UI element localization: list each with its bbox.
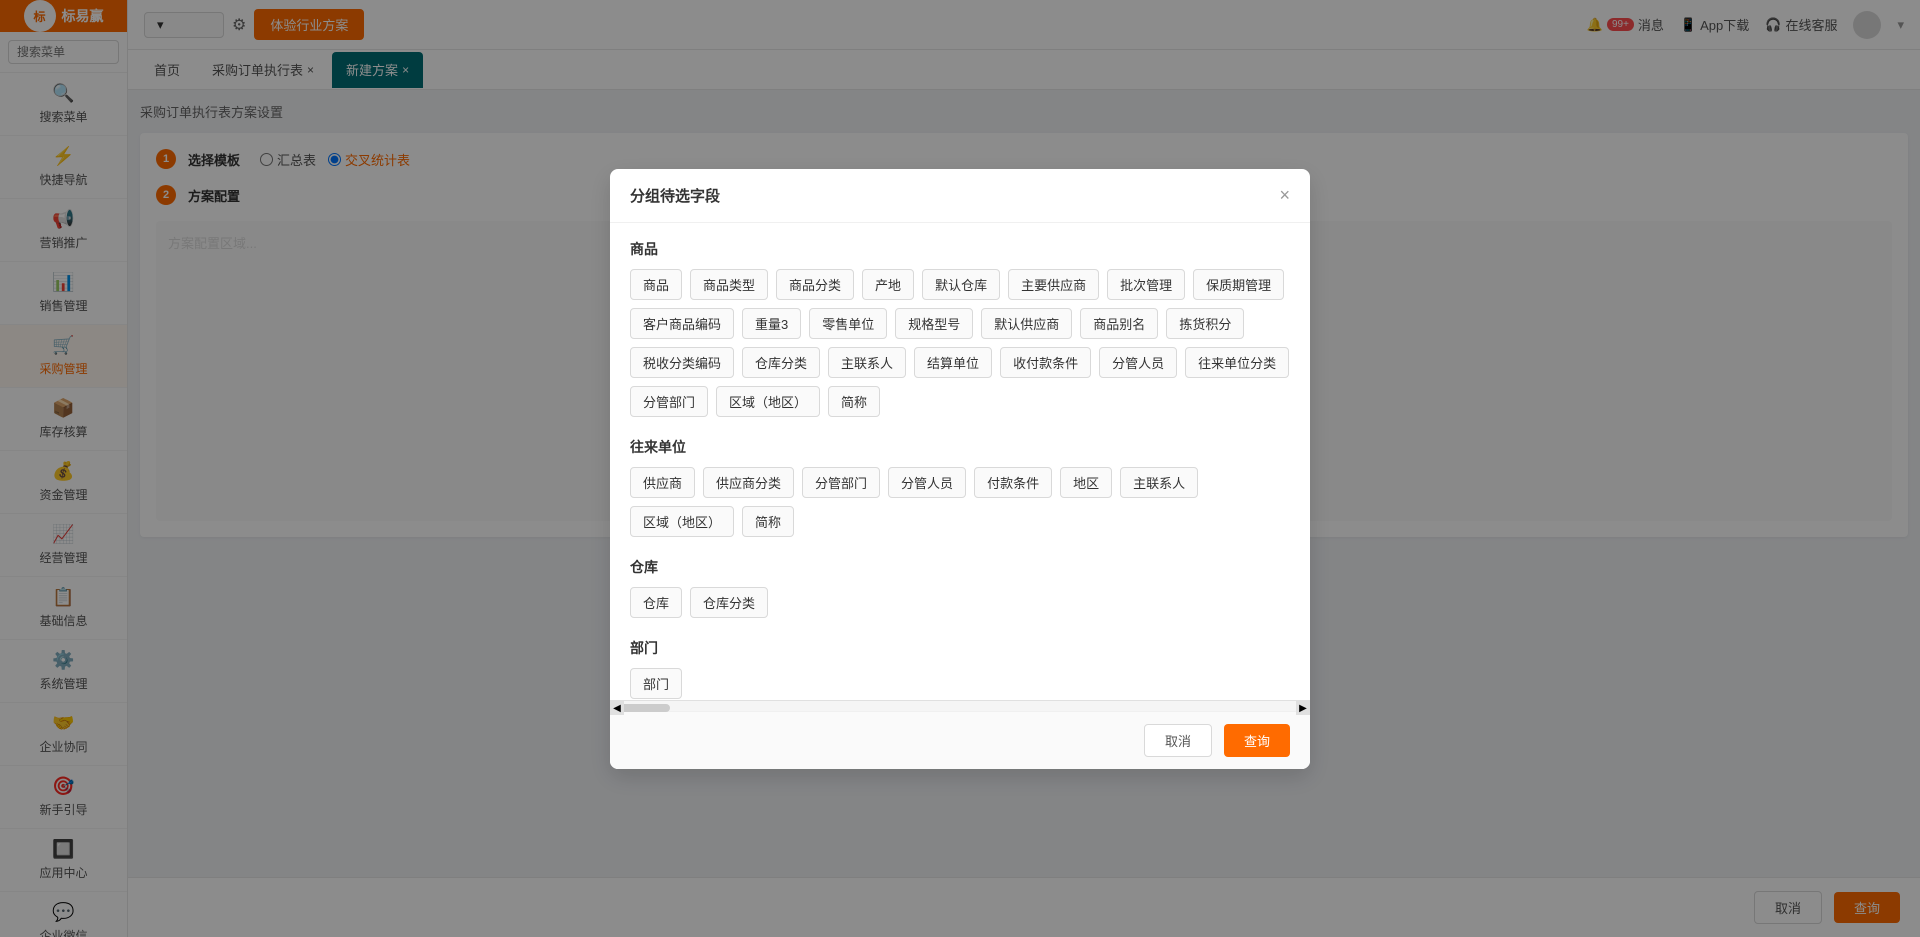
field-tag-product-3[interactable]: 产地 bbox=[862, 269, 914, 300]
field-tag-department-0[interactable]: 部门 bbox=[630, 668, 682, 699]
field-tag-product-13[interactable]: 商品别名 bbox=[1080, 308, 1158, 339]
field-tag-partner-3[interactable]: 分管人员 bbox=[888, 467, 966, 498]
field-section-title-partner: 往来单位 bbox=[630, 437, 1290, 457]
field-section-title-product: 商品 bbox=[630, 239, 1290, 259]
modal-dialog: 分组待选字段 × 商品商品商品类型商品分类产地默认仓库主要供应商批次管理保质期管… bbox=[610, 169, 1310, 769]
field-tag-product-1[interactable]: 商品类型 bbox=[690, 269, 768, 300]
field-tag-product-19[interactable]: 收付款条件 bbox=[1000, 347, 1091, 378]
field-tag-partner-6[interactable]: 主联系人 bbox=[1120, 467, 1198, 498]
field-tag-partner-7[interactable]: 区域（地区） bbox=[630, 506, 734, 537]
modal-footer: 取消 查询 bbox=[610, 711, 1310, 769]
field-grid-product: 商品商品类型商品分类产地默认仓库主要供应商批次管理保质期管理客户商品编码重量3 零… bbox=[630, 269, 1290, 417]
field-tag-product-4[interactable]: 默认仓库 bbox=[922, 269, 1000, 300]
scroll-right-arrow[interactable]: ▶ bbox=[1296, 701, 1310, 715]
field-section-partner: 往来单位供应商供应商分类分管部门分管人员付款条件地区主联系人区域（地区） 简称 bbox=[630, 437, 1290, 537]
field-tag-product-7[interactable]: 保质期管理 bbox=[1193, 269, 1284, 300]
modal-cancel-btn[interactable]: 取消 bbox=[1144, 724, 1212, 757]
field-section-department: 部门部门 bbox=[630, 638, 1290, 699]
field-tag-product-22[interactable]: 分管部门 bbox=[630, 386, 708, 417]
field-tag-partner-5[interactable]: 地区 bbox=[1060, 467, 1112, 498]
field-section-product: 商品商品商品类型商品分类产地默认仓库主要供应商批次管理保质期管理客户商品编码重量… bbox=[630, 239, 1290, 417]
field-tag-product-5[interactable]: 主要供应商 bbox=[1008, 269, 1099, 300]
field-grid-partner: 供应商供应商分类分管部门分管人员付款条件地区主联系人区域（地区） 简称 bbox=[630, 467, 1290, 537]
field-tag-product-9[interactable]: 重量3 bbox=[742, 308, 801, 339]
field-tag-product-0[interactable]: 商品 bbox=[630, 269, 682, 300]
field-tag-warehouse-1[interactable]: 仓库分类 bbox=[690, 587, 768, 618]
field-grid-warehouse: 仓库仓库分类 bbox=[630, 587, 1290, 618]
field-tag-product-10[interactable]: 零售单位 bbox=[809, 308, 887, 339]
modal-close-icon[interactable]: × bbox=[1279, 186, 1290, 204]
field-section-warehouse: 仓库仓库仓库分类 bbox=[630, 557, 1290, 618]
field-tag-warehouse-0[interactable]: 仓库 bbox=[630, 587, 682, 618]
modal-hscrollbar: ▶ ◀ bbox=[610, 700, 1310, 710]
field-section-title-warehouse: 仓库 bbox=[630, 557, 1290, 577]
field-tag-partner-1[interactable]: 供应商分类 bbox=[703, 467, 794, 498]
field-tag-product-12[interactable]: 默认供应商 bbox=[981, 308, 1072, 339]
field-tag-product-16[interactable]: 仓库分类 bbox=[742, 347, 820, 378]
field-tag-partner-8[interactable]: 简称 bbox=[742, 506, 794, 537]
field-tag-product-18[interactable]: 结算单位 bbox=[914, 347, 992, 378]
field-tag-product-23[interactable]: 区域（地区） bbox=[716, 386, 820, 417]
field-section-title-department: 部门 bbox=[630, 638, 1290, 658]
field-tag-product-20[interactable]: 分管人员 bbox=[1099, 347, 1177, 378]
field-tag-product-17[interactable]: 主联系人 bbox=[828, 347, 906, 378]
scroll-left-arrow[interactable]: ◀ bbox=[610, 701, 624, 715]
field-tag-partner-4[interactable]: 付款条件 bbox=[974, 467, 1052, 498]
field-tag-product-2[interactable]: 商品分类 bbox=[776, 269, 854, 300]
modal-body: 商品商品商品类型商品分类产地默认仓库主要供应商批次管理保质期管理客户商品编码重量… bbox=[610, 223, 1310, 701]
field-tag-partner-2[interactable]: 分管部门 bbox=[802, 467, 880, 498]
field-tag-product-21[interactable]: 往来单位分类 bbox=[1185, 347, 1289, 378]
modal-title: 分组待选字段 bbox=[630, 185, 720, 206]
field-grid-department: 部门 bbox=[630, 668, 1290, 699]
field-tag-product-14[interactable]: 拣货积分 bbox=[1166, 308, 1244, 339]
field-tag-product-15[interactable]: 税收分类编码 bbox=[630, 347, 734, 378]
field-tag-product-6[interactable]: 批次管理 bbox=[1107, 269, 1185, 300]
modal-confirm-btn[interactable]: 查询 bbox=[1224, 724, 1290, 757]
field-tag-partner-0[interactable]: 供应商 bbox=[630, 467, 695, 498]
field-tag-product-24[interactable]: 简称 bbox=[828, 386, 880, 417]
field-tag-product-8[interactable]: 客户商品编码 bbox=[630, 308, 734, 339]
field-tag-product-11[interactable]: 规格型号 bbox=[895, 308, 973, 339]
modal-header: 分组待选字段 × bbox=[610, 169, 1310, 223]
